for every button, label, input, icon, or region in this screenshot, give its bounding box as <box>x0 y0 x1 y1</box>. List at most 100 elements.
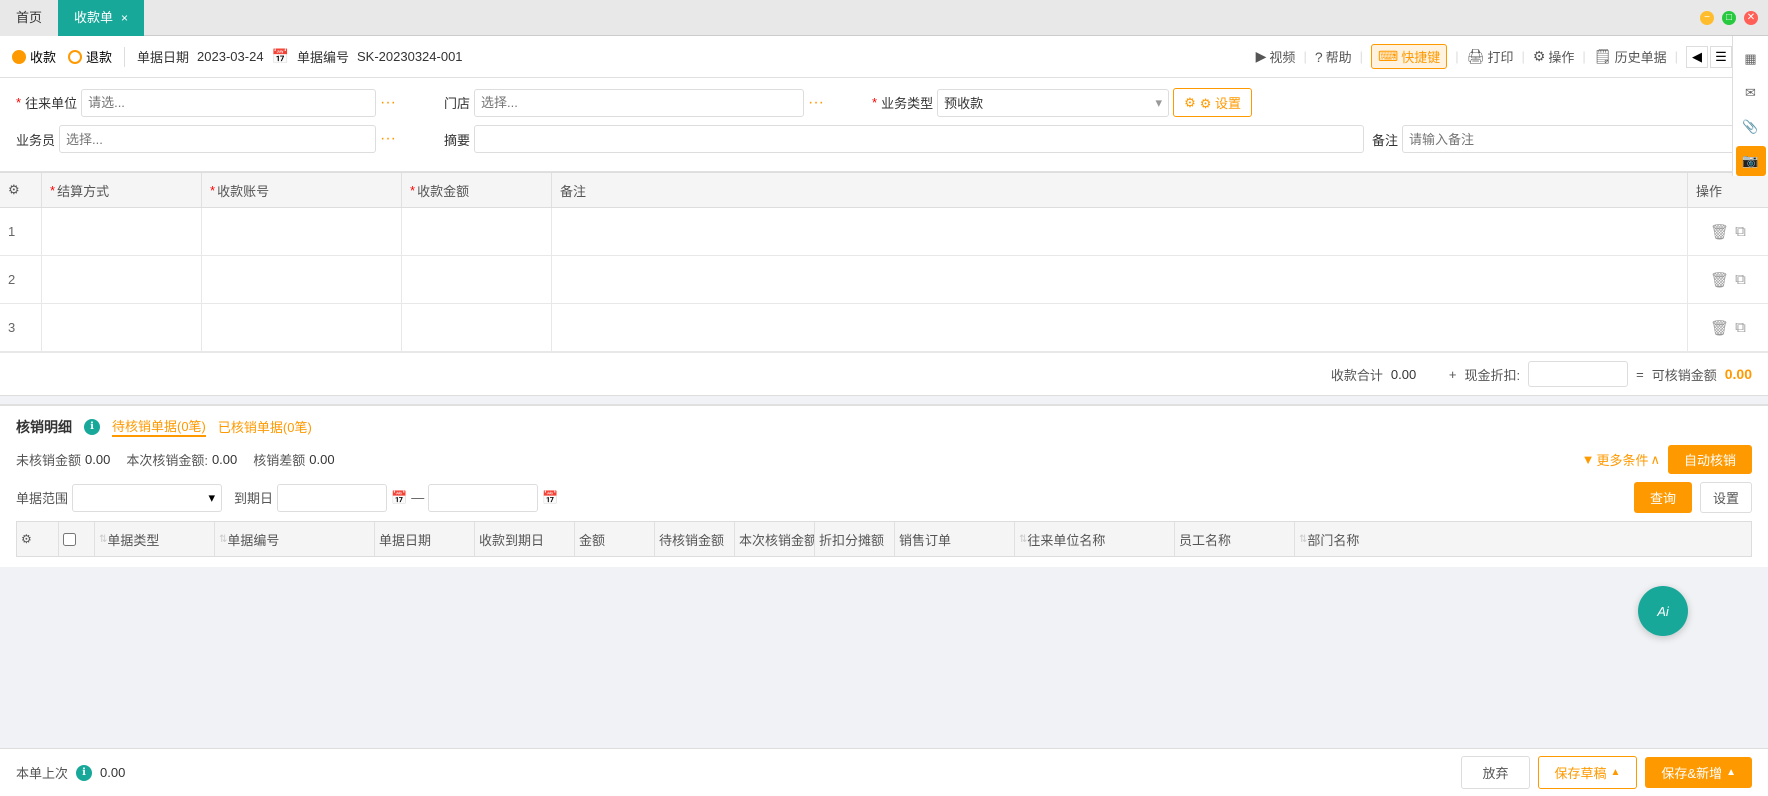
td-account-1[interactable] <box>202 208 402 255</box>
td-row-num-3: 3 <box>0 304 42 351</box>
history-btn[interactable]: 🗒 历史单据 <box>1594 47 1667 66</box>
td-settle-1[interactable] <box>42 208 202 255</box>
sort-icon[interactable]: ⇅ <box>219 534 227 545</box>
window-maximize-btn[interactable]: □ <box>1722 11 1736 25</box>
sidebar-email-btn[interactable]: ✉ <box>1736 78 1766 108</box>
discount-input[interactable] <box>1528 361 1628 387</box>
td-remark-1[interactable] <box>552 208 1688 255</box>
partner-input[interactable] <box>81 89 376 117</box>
save-draft-btn[interactable]: 保存草稿 ▲ <box>1538 756 1638 789</box>
auto-writeoff-btn[interactable]: 自动核销 <box>1668 445 1752 474</box>
view-btn-prev[interactable]: ◀ <box>1686 46 1708 68</box>
sidebar-clip-btn[interactable]: 📎 <box>1736 112 1766 142</box>
video-btn[interactable]: ▶ 视频 <box>1256 47 1296 66</box>
sort-icon[interactable]: ⇅ <box>1019 534 1027 545</box>
sort-icon[interactable]: ⇅ <box>99 534 107 545</box>
tab-active[interactable]: 收款单 × <box>58 0 144 36</box>
amount-input-1[interactable] <box>410 216 543 248</box>
shortcut-btn[interactable]: ⌨ 快捷键 <box>1371 44 1447 69</box>
cal-to-icon[interactable]: 📅 <box>542 490 558 506</box>
settle-input-2[interactable] <box>50 264 193 296</box>
form-settings-btn[interactable]: ⚙ ⚙ 设置 <box>1173 88 1252 117</box>
cal-from-icon[interactable]: 📅 <box>391 490 407 506</box>
window-close-btn[interactable]: ✕ <box>1744 11 1758 25</box>
prev-info-icon[interactable]: ℹ <box>76 765 92 781</box>
td-settle-3[interactable] <box>42 304 202 351</box>
copy-row-2-icon[interactable]: ⧉ <box>1735 271 1746 288</box>
sort-icon[interactable]: ⇅ <box>1299 534 1307 545</box>
view-btn-list[interactable]: ☰ <box>1710 46 1732 68</box>
radio-receipt[interactable]: 收款 <box>12 47 56 66</box>
date-to-input[interactable]: 2022-04-12 <box>428 484 538 512</box>
staff-more-icon[interactable]: ··· <box>380 131 396 147</box>
shop-more-icon[interactable]: ··· <box>808 95 824 111</box>
print-label: 打印 <box>1487 47 1513 66</box>
td-settle-2[interactable] <box>42 256 202 303</box>
calendar-icon[interactable]: 📅 <box>272 48 289 65</box>
delete-row-1-icon[interactable]: 🗑 <box>1710 223 1729 241</box>
td-remark-2[interactable] <box>552 256 1688 303</box>
wo-th-staff: 员工名称 <box>1175 522 1295 556</box>
more-conditions-btn[interactable]: ▼ 更多条件 ∧ <box>1582 450 1660 469</box>
settle-input-3[interactable] <box>50 312 193 344</box>
tab-pending[interactable]: 待核销单据(0笔) <box>112 416 206 437</box>
remark-input-1[interactable] <box>560 216 1679 248</box>
writeoff-info-icon[interactable]: ℹ <box>84 419 100 435</box>
delete-row-3-icon[interactable]: 🗑 <box>1710 319 1729 337</box>
partner-more-icon[interactable]: ··· <box>380 95 396 111</box>
writeoff-header: 核销明细 ℹ 待核销单据(0笔) 已核销单据(0笔) <box>16 416 1752 437</box>
date-from-input[interactable]: 2022-04-01 <box>277 484 387 512</box>
shortcut-icon: ⌨ <box>1378 48 1398 65</box>
th-settings[interactable]: ⚙ <box>0 173 42 207</box>
td-amount-3[interactable] <box>402 304 552 351</box>
account-input-3[interactable] <box>210 312 393 344</box>
td-amount-2[interactable] <box>402 256 552 303</box>
td-account-3[interactable] <box>202 304 402 351</box>
print-btn[interactable]: 🖨 打印 <box>1467 47 1514 66</box>
remark-input-2[interactable] <box>560 264 1679 296</box>
save-new-btn[interactable]: 保存&新增 ▲ <box>1645 757 1752 788</box>
td-row-num-2: 2 <box>0 256 42 303</box>
memo-input[interactable] <box>474 125 1364 153</box>
delete-row-2-icon[interactable]: 🗑 <box>1710 271 1729 289</box>
help-btn[interactable]: ? 帮助 <box>1315 47 1352 66</box>
td-amount-1[interactable] <box>402 208 552 255</box>
discount-label: 现金折扣: <box>1465 365 1521 384</box>
settle-input-1[interactable] <box>50 216 193 248</box>
range-select[interactable]: ▾ <box>72 484 222 512</box>
save-draft-arrow-icon: ▲ <box>1611 767 1621 778</box>
remark-input-3[interactable] <box>560 312 1679 344</box>
amount-input-3[interactable] <box>410 312 543 344</box>
remark-input[interactable] <box>1402 125 1752 153</box>
copy-row-3-icon[interactable]: ⧉ <box>1735 319 1746 336</box>
tab-done[interactable]: 已核销单据(0笔) <box>218 417 312 436</box>
sidebar-camera-btn[interactable]: 📷 <box>1736 146 1766 176</box>
td-account-2[interactable] <box>202 256 402 303</box>
staff-input[interactable] <box>59 125 376 153</box>
td-remark-3[interactable] <box>552 304 1688 351</box>
query-btn[interactable]: 查询 <box>1634 482 1692 513</box>
tab-close-icon[interactable]: × <box>121 0 128 36</box>
window-minimize-btn[interactable]: − <box>1700 11 1714 25</box>
copy-row-1-icon[interactable]: ⧉ <box>1735 223 1746 240</box>
shop-input[interactable] <box>474 89 804 117</box>
diff-stat: 核销差额 0.00 <box>253 450 334 469</box>
radio-refund[interactable]: 退款 <box>68 47 112 66</box>
abandon-btn[interactable]: 放弃 <box>1461 756 1529 789</box>
wo-th-settings[interactable]: ⚙ <box>17 522 59 556</box>
row-num-1: 1 <box>8 224 15 239</box>
sep1 <box>124 47 125 67</box>
remark-field: 备注 <box>1372 125 1752 153</box>
wo-th-checkbox[interactable] <box>59 522 95 556</box>
sidebar-table-btn[interactable]: ▦ <box>1736 44 1766 74</box>
biz-type-select[interactable]: 预收款 ▾ <box>937 89 1169 117</box>
amount-input-2[interactable] <box>410 264 543 296</box>
account-input-1[interactable] <box>210 216 393 248</box>
partner-required: * <box>16 95 21 110</box>
ops-btn[interactable]: ⚙ 操作 <box>1533 47 1575 66</box>
tab-home[interactable]: 首页 <box>0 0 58 36</box>
wo-settings-btn[interactable]: 设置 <box>1700 482 1752 513</box>
account-input-2[interactable] <box>210 264 393 296</box>
select-all-checkbox[interactable] <box>63 533 76 546</box>
ai-assistant-btn[interactable]: Ai <box>1638 586 1688 636</box>
